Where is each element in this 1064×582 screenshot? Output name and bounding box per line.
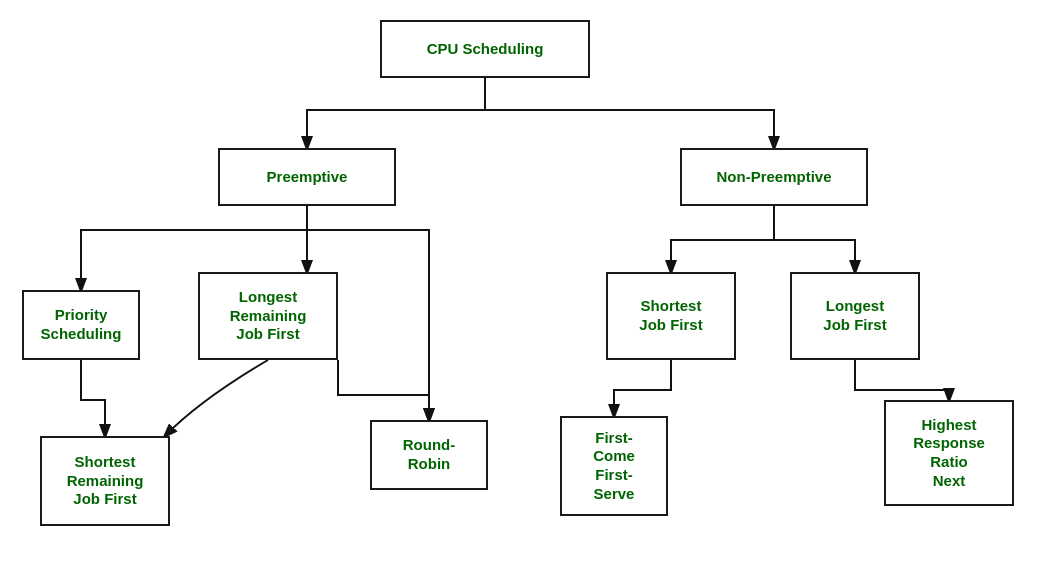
node-fcfs-label: First-ComeFirst-Serve [560,416,668,516]
node-lrjf-label: LongestRemainingJob First [198,272,338,360]
node-preemptive: Preemptive [218,148,396,206]
node-srjf-label: ShortestRemainingJob First [40,436,170,526]
diagram: CPU Scheduling Preemptive Non-Preemptive… [0,0,1064,582]
node-roundrobin-label: Round-Robin [370,420,488,490]
node-sjf-label: ShortestJob First [606,272,736,360]
node-cpu: CPU Scheduling [380,20,590,78]
node-non-preemptive: Non-Preemptive [680,148,868,206]
node-priority-label: PriorityScheduling [22,290,140,360]
node-ljf-label: LongestJob First [790,272,920,360]
node-hrrn-label: HighestResponseRatioNext [884,400,1014,506]
